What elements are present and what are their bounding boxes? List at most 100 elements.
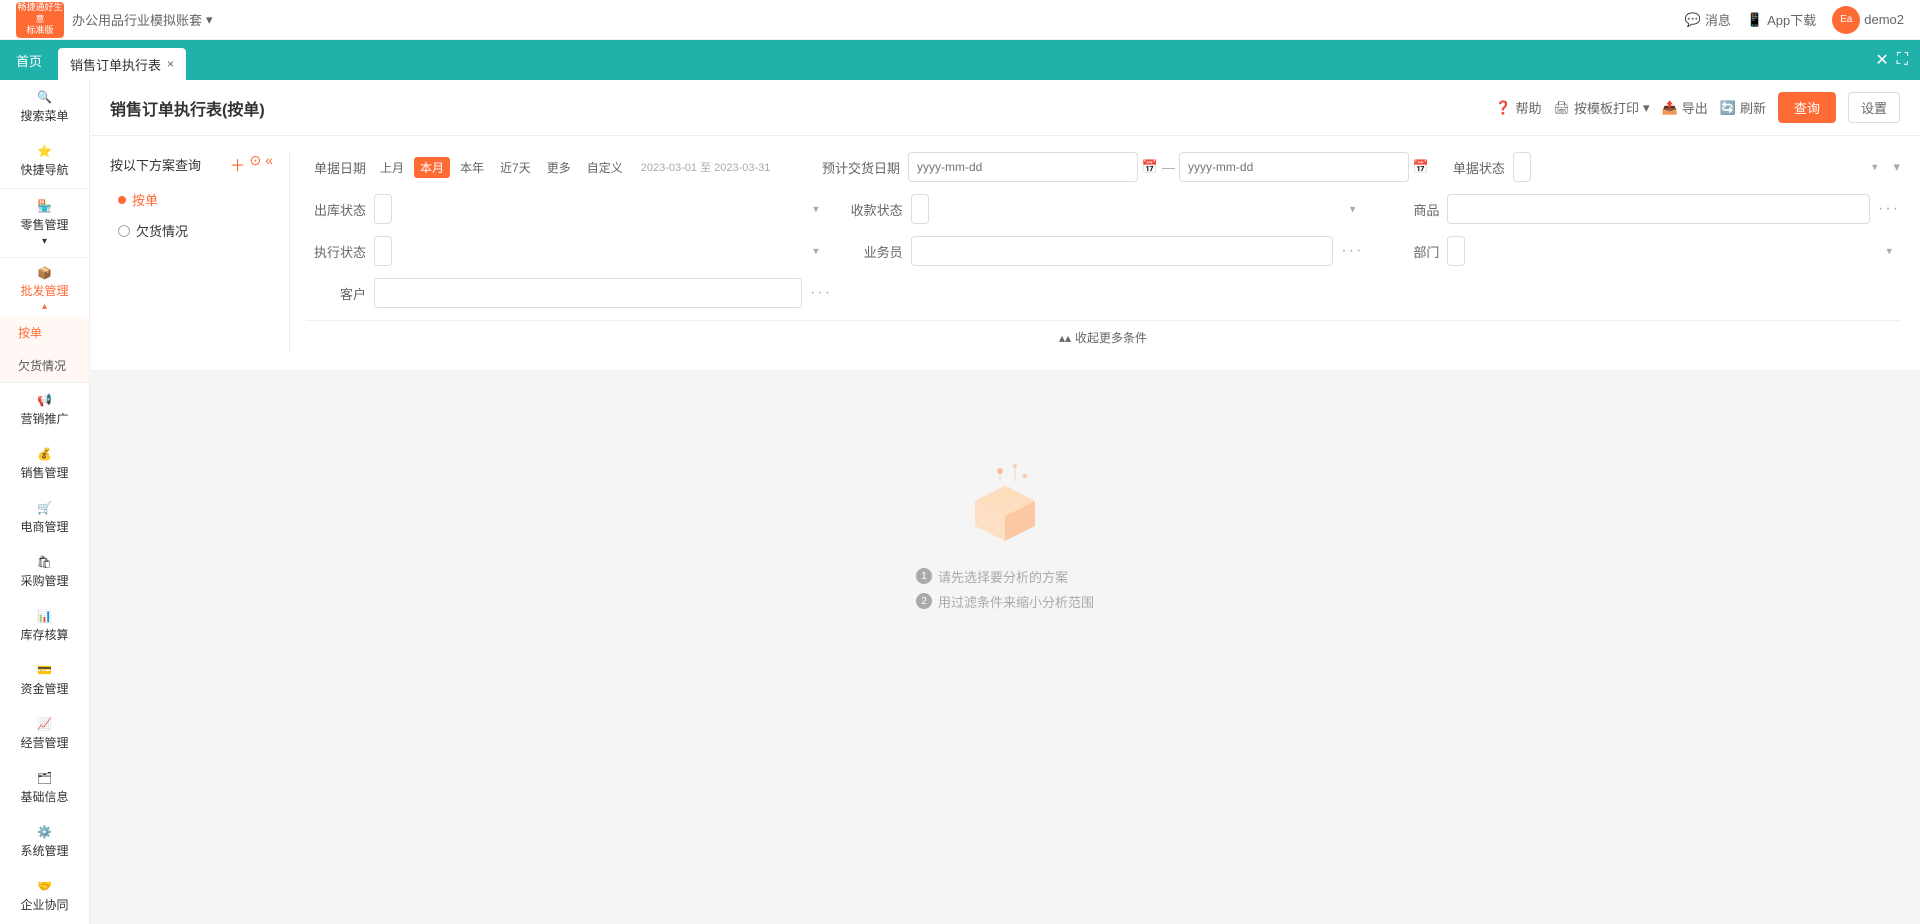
collection-status-select[interactable] bbox=[911, 194, 929, 224]
query-button[interactable]: 查询 bbox=[1778, 92, 1836, 123]
logo: 畅捷通好生意 标准版 bbox=[16, 2, 64, 38]
collapse-button[interactable]: ▴▴ 收起更多条件 bbox=[306, 320, 1900, 354]
salesperson-input[interactable] bbox=[911, 236, 1334, 266]
user-profile[interactable]: Ea demo2 bbox=[1832, 6, 1904, 34]
sidebar-section-retail: 🏪 零售管理 ▾ bbox=[0, 188, 89, 257]
basics-icon: 🗂 bbox=[37, 771, 52, 785]
finance-icon: 💳 bbox=[37, 663, 52, 677]
tab-maximize-icon[interactable]: ⛶ bbox=[1897, 51, 1908, 69]
wholesale-label: 批发管理 bbox=[20, 282, 68, 299]
tab-sales-order[interactable]: 销售订单执行表 × bbox=[58, 48, 186, 80]
enterprise-label: 企业协同 bbox=[20, 896, 68, 913]
refresh-button[interactable]: 🔄 刷新 bbox=[1720, 98, 1766, 117]
sidebar-item-finance[interactable]: 💳 资金管理 bbox=[0, 653, 89, 707]
sidebar: 🔍 搜索菜单 ⭐ 快捷导航 🏪 零售管理 ▾ 📦 批发管理 ▴ 按单 bbox=[0, 80, 90, 924]
delivery-date-start[interactable] bbox=[908, 152, 1138, 182]
sidebar-item-retail[interactable]: 🏪 零售管理 ▾ bbox=[0, 189, 89, 257]
sidebar-item-marketing[interactable]: 📢 营销推广 bbox=[0, 383, 89, 437]
delivery-calendar-icon-2[interactable]: 📅 bbox=[1413, 159, 1429, 175]
customer-more-icon[interactable]: ··· bbox=[810, 284, 832, 302]
inventory-label: 库存核算 bbox=[20, 626, 68, 643]
delivery-date-range: 📅 — 📅 bbox=[908, 152, 1429, 182]
filter-row-1: 单据日期 上月 本月 本年 近7天 更多 自定义 2023-03-01 至 20… bbox=[306, 152, 1900, 182]
retail-icon: 🏪 bbox=[37, 199, 52, 213]
sidebar-item-quicknav[interactable]: ⭐ 快捷导航 bbox=[0, 134, 89, 188]
help-button[interactable]: ❓ 帮助 bbox=[1495, 98, 1541, 117]
operations-label: 经营管理 bbox=[20, 734, 68, 751]
sidebar-item-ecommerce[interactable]: 🛒 电商管理 bbox=[0, 491, 89, 545]
system-label: 系统管理 bbox=[20, 842, 68, 859]
tab-home[interactable]: 首页 bbox=[0, 40, 58, 80]
content-area: 销售订单执行表(按单) ❓ 帮助 🖨 按模板打印 ▾ 📤 导出 🔄 刷新 bbox=[90, 80, 1920, 924]
sidebar-item-inventory[interactable]: 📊 库存核算 bbox=[0, 599, 89, 653]
goods-more-icon[interactable]: ··· bbox=[1878, 200, 1900, 218]
date-tab-this-year[interactable]: 本年 bbox=[454, 157, 490, 178]
template-print-button[interactable]: 🖨 按模板打印 ▾ bbox=[1554, 98, 1650, 117]
date-tab-last-month[interactable]: 上月 bbox=[374, 157, 410, 178]
settings-scheme-button[interactable]: ⊙ bbox=[249, 152, 261, 176]
exec-status-select[interactable] bbox=[374, 236, 392, 266]
delivery-status-select[interactable] bbox=[374, 194, 392, 224]
retail-expand-icon: ▾ bbox=[42, 236, 47, 247]
salesperson-more-icon[interactable]: ··· bbox=[1341, 242, 1363, 260]
message-icon: 💬 bbox=[1685, 12, 1701, 28]
sidebar-item-sales[interactable]: 💰 销售管理 bbox=[0, 437, 89, 491]
sidebar-item-enterprise[interactable]: 🤝 企业协同 bbox=[0, 869, 89, 923]
tab-bar-actions: ✕ ⛶ bbox=[1875, 50, 1920, 70]
collapse-scheme-button[interactable]: « bbox=[265, 152, 273, 176]
add-scheme-button[interactable]: ＋ bbox=[229, 152, 245, 176]
scheme-owe-circle bbox=[118, 225, 130, 237]
basics-label: 基础信息 bbox=[20, 788, 68, 805]
department-select[interactable] bbox=[1447, 236, 1465, 266]
status-dropdown-icon[interactable]: ▾ bbox=[1893, 159, 1900, 175]
avatar-text: Ea bbox=[1840, 14, 1852, 25]
date-tab-7days[interactable]: 近7天 bbox=[494, 157, 537, 178]
user-name: demo2 bbox=[1864, 12, 1904, 27]
sidebar-sub-item-owe-goods[interactable]: 欠货情况 bbox=[0, 349, 89, 382]
sidebar-item-basics[interactable]: 🗂 基础信息 bbox=[0, 761, 89, 815]
tip-num-1: 1 bbox=[916, 568, 932, 584]
scheme-owe-label: 欠货情况 bbox=[136, 221, 188, 240]
date-tabs: 上月 本月 本年 近7天 更多 自定义 bbox=[374, 157, 629, 178]
status-select[interactable] bbox=[1513, 152, 1531, 182]
topbar-left: 畅捷通好生意 标准版 办公用品行业模拟账套 ▾ bbox=[16, 2, 213, 38]
date-tab-this-month[interactable]: 本月 bbox=[414, 157, 450, 178]
export-button[interactable]: 📤 导出 bbox=[1662, 98, 1708, 117]
collapse-up-icon: ▴▴ bbox=[1059, 331, 1071, 345]
tab-close-icon[interactable]: × bbox=[167, 57, 174, 71]
sidebar-sub-item-order[interactable]: 按单 bbox=[0, 316, 89, 349]
sidebar-item-search[interactable]: 🔍 搜索菜单 bbox=[0, 80, 89, 134]
print-dropdown-icon: ▾ bbox=[1643, 100, 1650, 116]
app-download-button[interactable]: 📱 App下载 bbox=[1747, 10, 1816, 29]
filter-group-department: 部门 bbox=[1379, 236, 1900, 266]
filter-layout: 按以下方案查询 ＋ ⊙ « 按单 欠货情况 bbox=[110, 152, 1900, 354]
wholesale-expand-icon: ▴ bbox=[42, 301, 47, 312]
date-tab-more[interactable]: 更多 bbox=[541, 157, 577, 178]
breadcrumb: 办公用品行业模拟账套 ▾ bbox=[72, 10, 213, 29]
filter-scheme-owe[interactable]: 欠货情况 bbox=[110, 215, 273, 246]
delivery-calendar-icon[interactable]: 📅 bbox=[1142, 159, 1158, 175]
delivery-date-end[interactable] bbox=[1179, 152, 1409, 182]
breadcrumb-dropdown-icon[interactable]: ▾ bbox=[206, 12, 213, 28]
collection-status-wrapper bbox=[911, 194, 1364, 224]
sidebar-item-operations[interactable]: 📈 经营管理 bbox=[0, 707, 89, 761]
ecommerce-label: 电商管理 bbox=[20, 518, 68, 535]
empty-tip-1: 1 请先选择要分析的方案 bbox=[916, 567, 1094, 586]
salesperson-label: 业务员 bbox=[843, 242, 903, 261]
sidebar-sub-menu: 按单 欠货情况 bbox=[0, 316, 89, 382]
settings-button[interactable]: 设置 bbox=[1848, 92, 1900, 123]
sidebar-item-purchase[interactable]: 🛍 采购管理 bbox=[0, 545, 89, 599]
owe-goods-label: 欠货情况 bbox=[18, 357, 66, 374]
empty-illustration bbox=[945, 451, 1065, 551]
tab-close-window-icon[interactable]: ✕ bbox=[1875, 50, 1888, 70]
finance-label: 资金管理 bbox=[20, 680, 68, 697]
sidebar-item-wholesale[interactable]: 📦 批发管理 ▴ bbox=[0, 258, 89, 316]
date-tab-custom[interactable]: 自定义 bbox=[581, 157, 629, 178]
filter-scheme-order[interactable]: 按单 bbox=[110, 184, 273, 215]
goods-input[interactable] bbox=[1447, 194, 1870, 224]
message-button[interactable]: 💬 消息 bbox=[1685, 10, 1731, 29]
customer-label: 客户 bbox=[306, 284, 366, 303]
sidebar-item-system[interactable]: ⚙️ 系统管理 bbox=[0, 815, 89, 869]
customer-input[interactable] bbox=[374, 278, 802, 308]
sidebar-section-marketing: 📢 营销推广 bbox=[0, 382, 89, 437]
